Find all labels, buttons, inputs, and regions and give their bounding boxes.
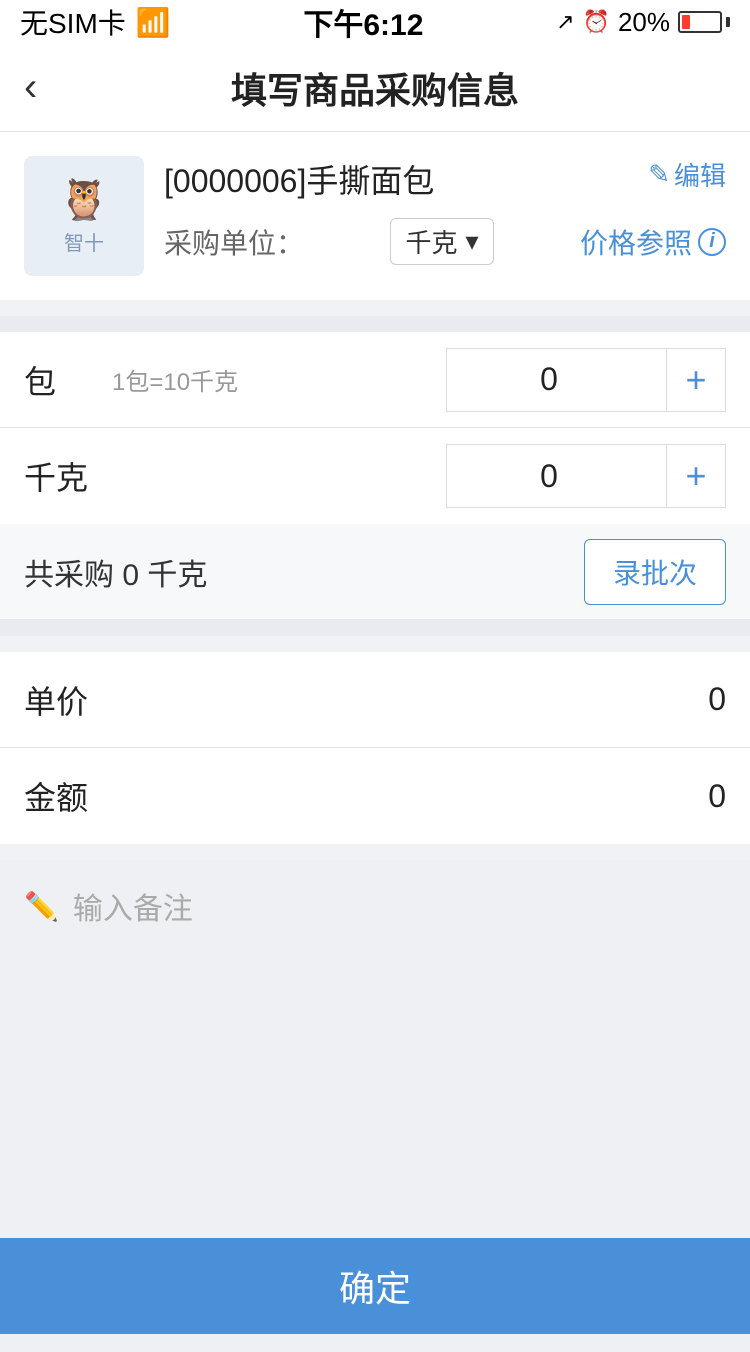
- kg-plus-button[interactable]: +: [666, 444, 726, 508]
- kg-input-group: +: [446, 444, 726, 508]
- kg-input[interactable]: [446, 444, 666, 508]
- status-left: 无SIM卡 📶: [20, 2, 171, 42]
- total-label: 共采购: [24, 559, 114, 592]
- bag-input[interactable]: [446, 348, 666, 412]
- unit-label: 采购单位：: [164, 222, 304, 262]
- total-text: 共采购 0 千克: [24, 550, 584, 594]
- product-logo-text: 智十: [64, 227, 104, 256]
- wifi-icon: 📶: [136, 6, 171, 39]
- page-title: 填写商品采购信息: [231, 62, 519, 114]
- info-icon: i: [698, 228, 726, 256]
- edit-button[interactable]: ✎ 编辑: [648, 156, 726, 193]
- status-bar: 无SIM卡 📶 下午6:12 ↗ ⏰ 20%: [0, 0, 750, 44]
- product-header: [0000006]手撕面包 ✎ 编辑: [164, 156, 726, 202]
- bag-row: 包 1包=10千克 +: [0, 332, 750, 428]
- total-unit: 千克: [147, 559, 207, 592]
- status-time: 下午6:12: [303, 0, 423, 44]
- carrier-text: 无SIM卡: [20, 2, 126, 42]
- product-unit-row: 采购单位： 千克 ▾ 价格参照 i: [164, 218, 726, 265]
- bag-plus-button[interactable]: +: [666, 348, 726, 412]
- alarm-icon: ⏰: [583, 9, 610, 35]
- price-ref-label: 价格参照: [580, 222, 692, 262]
- back-button[interactable]: ‹: [24, 65, 37, 110]
- chevron-down-icon: ▾: [465, 226, 478, 257]
- section-divider-1: [0, 316, 750, 332]
- kg-label: 千克: [24, 453, 104, 499]
- unit-price-label: 单价: [24, 677, 708, 723]
- product-card: 🦉 智十 [0000006]手撕面包 ✎ 编辑 采购单位： 千克 ▾ 价格参照 …: [0, 132, 750, 300]
- price-ref-button[interactable]: 价格参照 i: [580, 222, 726, 262]
- bag-sub-label: 1包=10千克: [112, 362, 446, 397]
- battery-percentage: 20%: [618, 7, 670, 38]
- remark-section[interactable]: ✏️ 输入备注: [0, 860, 750, 952]
- amount-label: 金额: [24, 773, 708, 819]
- unit-price-value: 0: [708, 681, 726, 718]
- pencil-remark-icon: ✏️: [24, 890, 59, 923]
- battery-icon: [678, 11, 730, 33]
- section-divider-2: [0, 620, 750, 636]
- batch-button[interactable]: 录批次: [584, 539, 726, 605]
- bag-input-group: +: [446, 348, 726, 412]
- product-image: 🦉 智十: [24, 156, 144, 276]
- edit-label: 编辑: [674, 156, 726, 193]
- unit-selector[interactable]: 千克 ▾: [390, 218, 493, 265]
- unit-price-row: 单价 0: [0, 652, 750, 748]
- nav-bar: ‹ 填写商品采购信息: [0, 44, 750, 132]
- price-section: 单价 0 金额 0: [0, 652, 750, 844]
- total-value: 0: [122, 559, 139, 592]
- location-icon: ↗: [556, 9, 574, 35]
- total-row: 共采购 0 千克 录批次: [0, 524, 750, 620]
- quantity-form-section: 包 1包=10千克 + 千克 +: [0, 332, 750, 524]
- pencil-icon: ✎: [648, 159, 670, 190]
- unit-value: 千克: [405, 223, 457, 260]
- product-info: [0000006]手撕面包 ✎ 编辑 采购单位： 千克 ▾ 价格参照 i: [164, 156, 726, 265]
- kg-row: 千克 +: [0, 428, 750, 524]
- amount-value: 0: [708, 778, 726, 815]
- status-right: ↗ ⏰ 20%: [556, 7, 730, 38]
- confirm-button[interactable]: 确定: [0, 1238, 750, 1334]
- amount-row: 金额 0: [0, 748, 750, 844]
- product-logo: 🦉: [59, 176, 109, 223]
- product-name: [0000006]手撕面包: [164, 156, 434, 202]
- remark-placeholder: 输入备注: [73, 884, 193, 928]
- bag-label: 包: [24, 357, 104, 403]
